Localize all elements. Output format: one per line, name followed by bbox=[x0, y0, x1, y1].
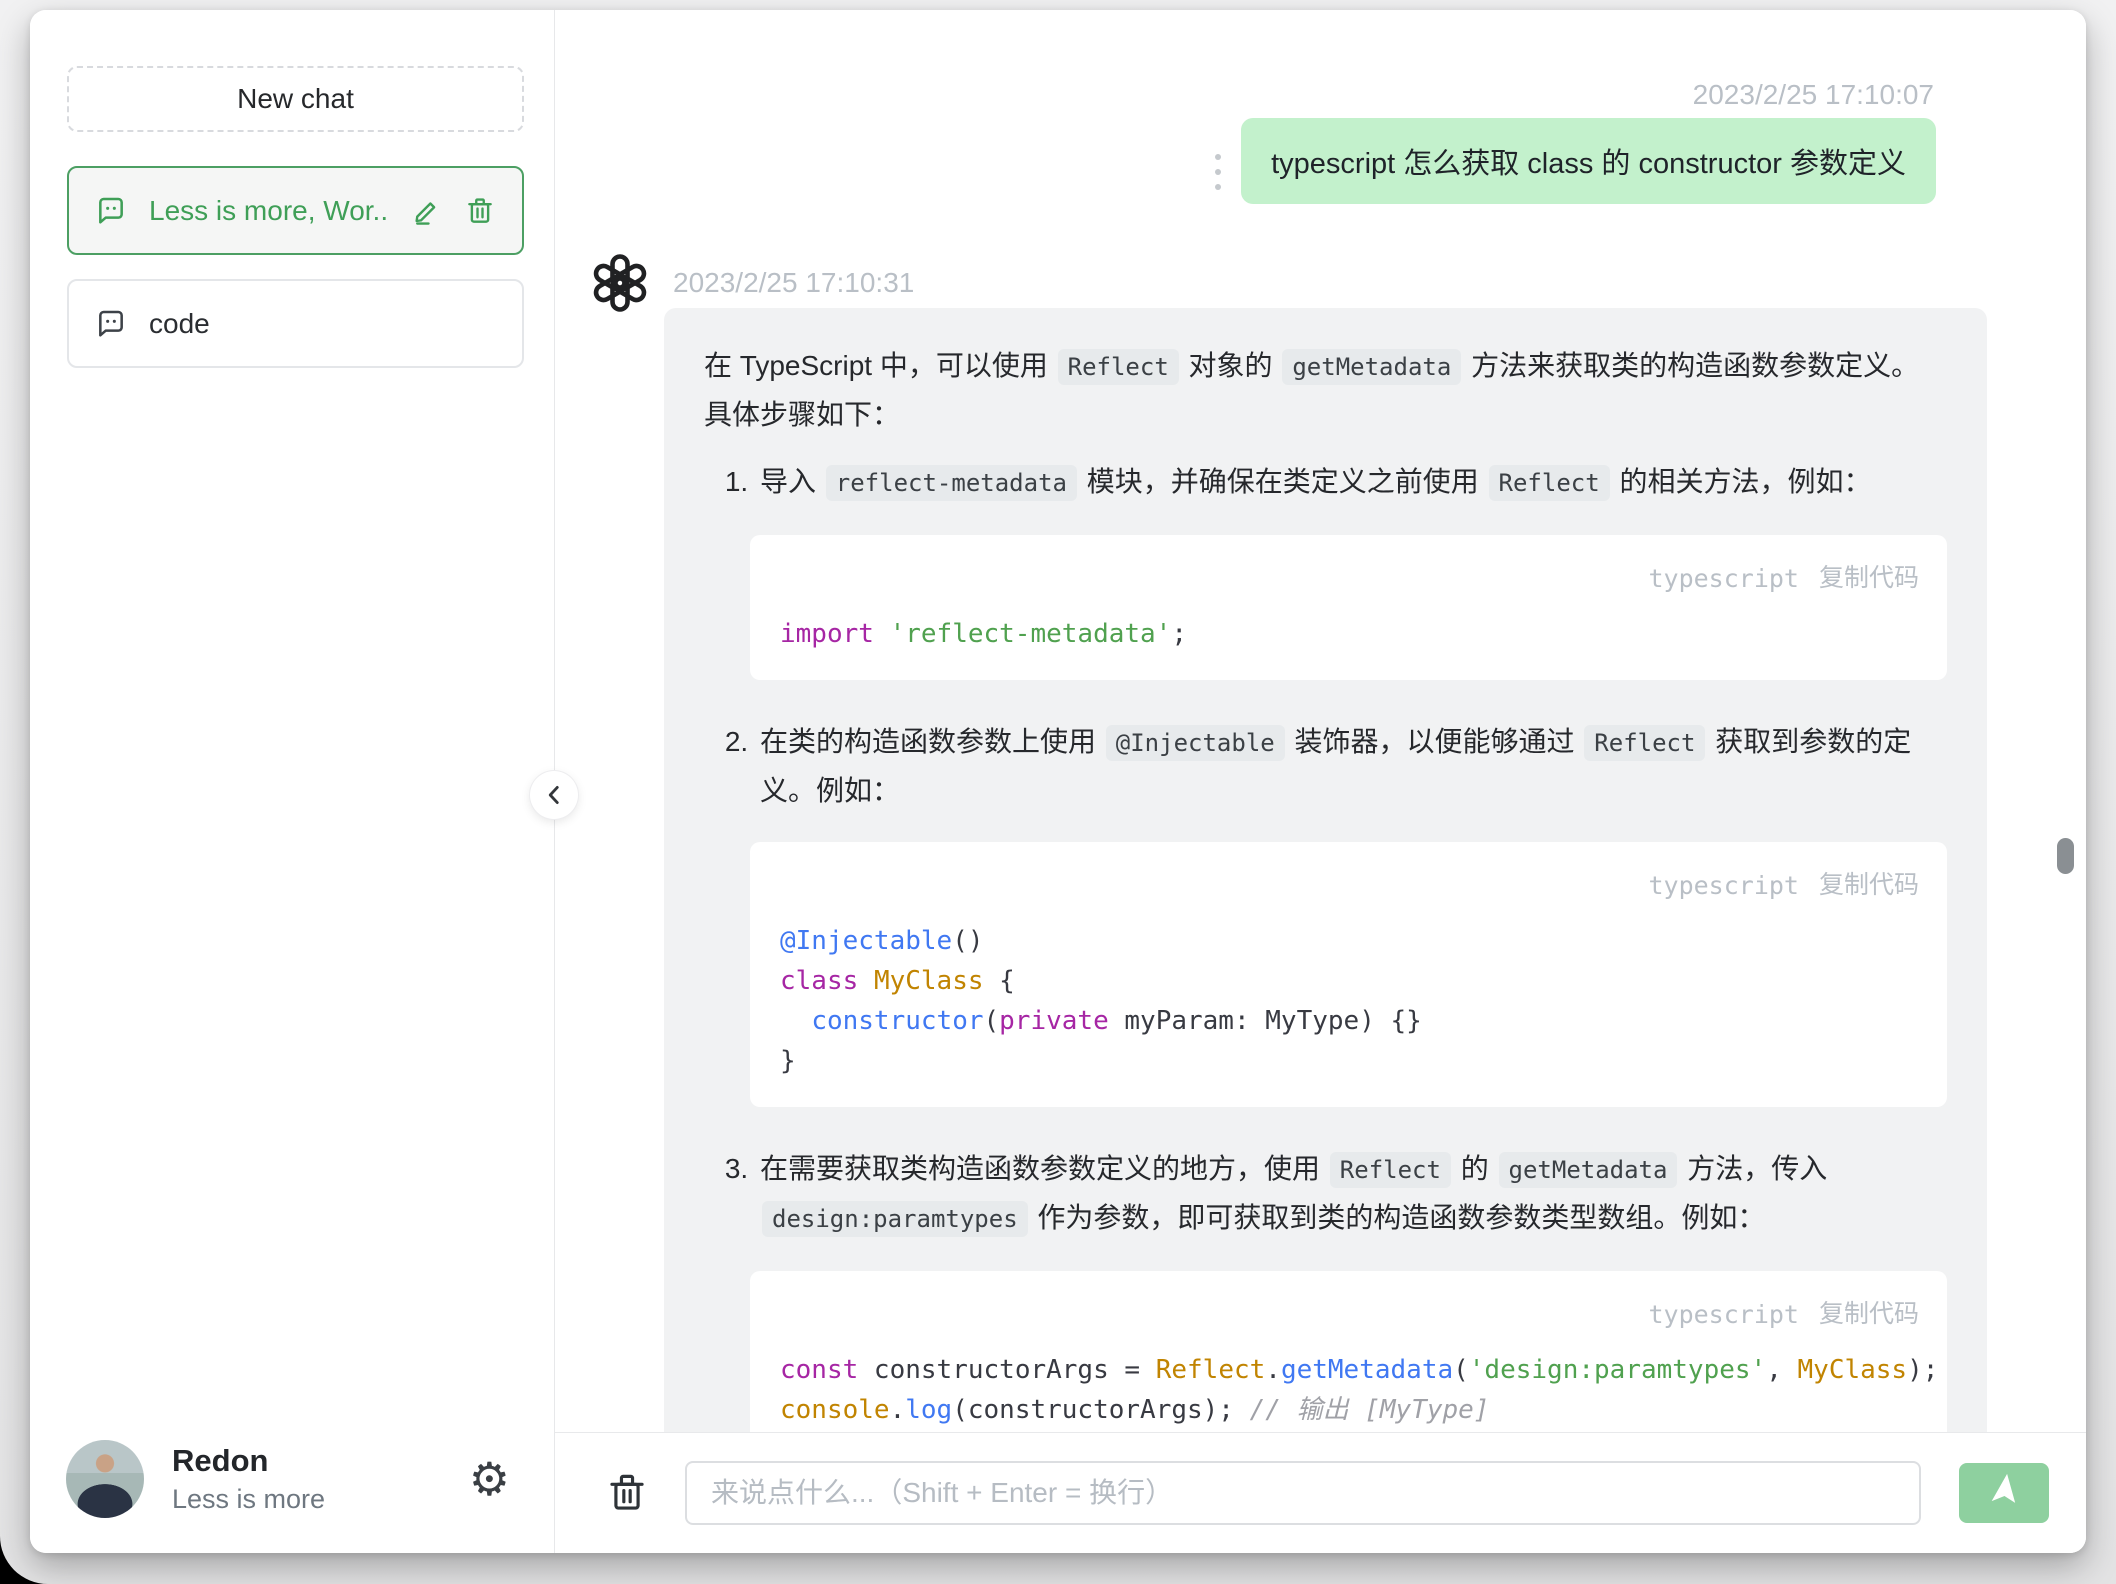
code-line: console.log(constructorArgs); // 输出 [MyT… bbox=[780, 1390, 1919, 1430]
user-panel: Redon Less is more ⚙ bbox=[30, 1415, 554, 1553]
chat-bubble-icon bbox=[95, 308, 127, 340]
chatgpt-logo-icon bbox=[591, 254, 649, 312]
inline-code: getMetadata bbox=[1282, 349, 1461, 385]
inline-code: design:paramtypes bbox=[762, 1201, 1028, 1237]
composer-bar bbox=[555, 1432, 2086, 1553]
edit-chat-button[interactable] bbox=[410, 195, 442, 227]
message-options-icon[interactable] bbox=[1215, 154, 1221, 204]
code-line: } bbox=[780, 1041, 1919, 1081]
inline-code: Reflect bbox=[1330, 1152, 1451, 1188]
sidebar: New chat Less is more, Wor... code Redon … bbox=[30, 10, 555, 1553]
assistant-steps-list: 导入 reflect-metadata 模块，并确保在类定义之前使用 Refle… bbox=[704, 458, 1947, 1432]
chat-list: Less is more, Wor... code bbox=[30, 142, 554, 368]
delete-chat-button[interactable] bbox=[464, 195, 496, 227]
copy-code-button[interactable]: 复制代码 bbox=[1819, 862, 1919, 909]
code-block-header: typescript 复制代码 bbox=[780, 555, 1919, 602]
sidebar-chat-item-0[interactable]: Less is more, Wor... bbox=[67, 166, 524, 255]
copy-code-button[interactable]: 复制代码 bbox=[1819, 555, 1919, 602]
code-language-label: typescript bbox=[1648, 555, 1799, 602]
scrollbar-thumb[interactable] bbox=[2057, 838, 2074, 874]
inline-code: getMetadata bbox=[1499, 1152, 1678, 1188]
assistant-paragraph: 在 TypeScript 中，可以使用 Reflect 对象的 getMetad… bbox=[704, 342, 1947, 438]
code-line: constructor(private myParam: MyType) {} bbox=[780, 1001, 1919, 1041]
chat-bubble-icon bbox=[95, 195, 127, 227]
send-button[interactable] bbox=[1959, 1463, 2049, 1523]
code-block-header: typescript 复制代码 bbox=[780, 1291, 1919, 1338]
code-language-label: typescript bbox=[1648, 862, 1799, 909]
clear-chat-trash-icon[interactable] bbox=[607, 1471, 647, 1515]
code-line: @Injectable() bbox=[780, 921, 1919, 961]
code-block: typescript 复制代码 @Injectable()class MyClass… bbox=[750, 842, 1947, 1107]
inline-code: Reflect bbox=[1584, 725, 1705, 761]
new-chat-button[interactable]: New chat bbox=[67, 66, 524, 132]
code-block: typescript 复制代码 const constructorArgs = Re… bbox=[750, 1271, 1947, 1432]
chat-item-label: Less is more, Wor... bbox=[149, 195, 388, 227]
message-input[interactable] bbox=[685, 1461, 1921, 1525]
code-block-header: typescript 复制代码 bbox=[780, 862, 1919, 909]
assistant-step: 导入 reflect-metadata 模块，并确保在类定义之前使用 Refle… bbox=[756, 458, 1947, 680]
assistant-message-timestamp: 2023/2/25 17:10:31 bbox=[673, 267, 914, 299]
settings-gear-icon[interactable]: ⚙ bbox=[469, 1456, 510, 1502]
user-message-timestamp: 2023/2/25 17:10:07 bbox=[1693, 79, 1934, 111]
app-window: New chat Less is more, Wor... code Redon … bbox=[30, 10, 2086, 1553]
chevron-left-icon bbox=[541, 782, 567, 808]
inline-code: Reflect bbox=[1489, 465, 1610, 501]
assistant-message-bubble: 在 TypeScript 中，可以使用 Reflect 对象的 getMetad… bbox=[664, 308, 1987, 1432]
assistant-step: 在需要获取类构造函数参数定义的地方，使用 Reflect 的 getMetada… bbox=[756, 1145, 1947, 1432]
user-name: Redon bbox=[172, 1441, 469, 1481]
inline-code: reflect-metadata bbox=[826, 465, 1077, 501]
paper-plane-icon bbox=[1979, 1468, 2030, 1519]
code-line: const constructorArgs = Reflect.getMetad… bbox=[780, 1350, 1919, 1390]
assistant-message-meta: 2023/2/25 17:10:31 bbox=[591, 254, 2086, 312]
chat-item-label: code bbox=[149, 308, 496, 340]
sidebar-chat-item-1[interactable]: code bbox=[67, 279, 524, 368]
sidebar-collapse-button[interactable] bbox=[530, 771, 578, 819]
code-language-label: typescript bbox=[1648, 1291, 1799, 1338]
user-avatar bbox=[66, 1440, 144, 1518]
code-line: import 'reflect-metadata'; bbox=[780, 614, 1919, 654]
delete-trash-icon bbox=[465, 196, 495, 226]
chat-scroll-area[interactable]: 2023/2/25 17:10:07 typescript 怎么获取 class… bbox=[555, 10, 2086, 1432]
inline-code: Reflect bbox=[1058, 349, 1179, 385]
user-message-avatar bbox=[1952, 60, 2022, 130]
main-column: 2023/2/25 17:10:07 typescript 怎么获取 class… bbox=[555, 10, 2086, 1553]
copy-code-button[interactable]: 复制代码 bbox=[1819, 1291, 1919, 1338]
inline-code: @Injectable bbox=[1106, 725, 1285, 761]
user-subtitle: Less is more bbox=[172, 1481, 469, 1517]
code-block: typescript 复制代码 import 'reflect-metadata'; bbox=[750, 535, 1947, 680]
user-message-bubble: typescript 怎么获取 class 的 constructor 参数定义 bbox=[1241, 118, 1936, 204]
edit-pencil-icon bbox=[411, 196, 441, 226]
assistant-step: 在类的构造函数参数上使用 @Injectable 装饰器，以便能够通过 Refl… bbox=[756, 718, 1947, 1107]
code-line: class MyClass { bbox=[780, 961, 1919, 1001]
user-names: Redon Less is more bbox=[172, 1441, 469, 1517]
user-message-row: typescript 怎么获取 class 的 constructor 参数定义 bbox=[555, 118, 1936, 204]
